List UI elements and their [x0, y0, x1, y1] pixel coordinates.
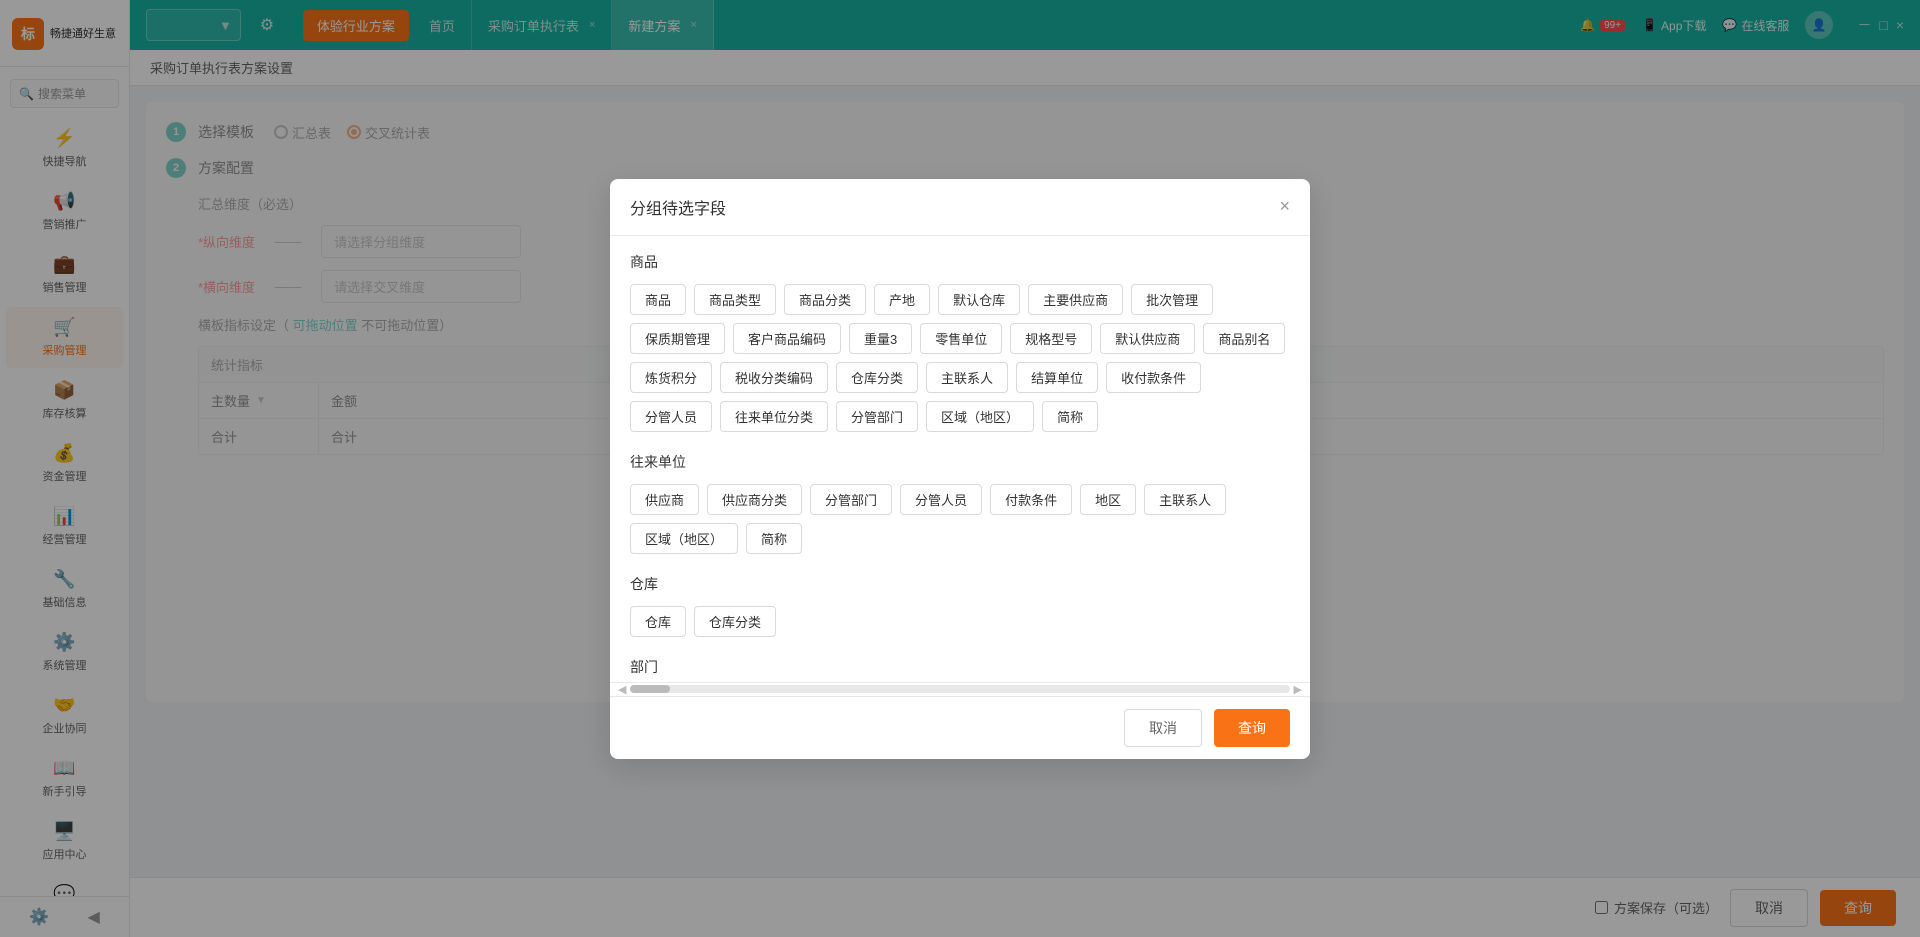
- field-chip[interactable]: 商品类型: [694, 284, 776, 315]
- field-chip[interactable]: 保质期管理: [630, 323, 725, 354]
- field-chip[interactable]: 仓库分类: [694, 606, 776, 637]
- field-group-warehouse: 仓库 仓库仓库分类: [630, 574, 1290, 637]
- field-chip[interactable]: 供应商分类: [707, 484, 802, 515]
- modal-title: 分组待选字段: [630, 195, 726, 219]
- hscroll-right-arrow[interactable]: ▶: [1294, 683, 1302, 696]
- field-chip[interactable]: 炼货积分: [630, 362, 712, 393]
- field-chip[interactable]: 零售单位: [920, 323, 1002, 354]
- field-chip[interactable]: 商品别名: [1203, 323, 1285, 354]
- product-chips: 商品商品类型商品分类产地默认仓库主要供应商批次管理保质期管理客户商品编码重量3 零…: [630, 284, 1290, 432]
- field-chip[interactable]: 规格型号: [1010, 323, 1092, 354]
- field-chip[interactable]: 税收分类编码: [720, 362, 828, 393]
- field-chip[interactable]: 收付款条件: [1106, 362, 1201, 393]
- field-group-products: 商品 商品商品类型商品分类产地默认仓库主要供应商批次管理保质期管理客户商品编码重…: [630, 252, 1290, 432]
- field-chip[interactable]: 客户商品编码: [733, 323, 841, 354]
- modal-overlay: 分组待选字段 × 商品 商品商品类型商品分类产地默认仓库主要供应商批次管理保质期…: [0, 0, 1920, 937]
- field-chip[interactable]: 仓库分类: [836, 362, 918, 393]
- partner-chips: 供应商供应商分类分管部门分管人员付款条件地区主联系人区域（地区） 简称: [630, 484, 1290, 554]
- modal-confirm-button[interactable]: 查询: [1214, 709, 1290, 747]
- field-chip[interactable]: 仓库: [630, 606, 686, 637]
- field-group-dept: 部门 部门: [630, 657, 1290, 682]
- field-group-partners-title: 往来单位: [630, 452, 1290, 472]
- hscroll-bar: [630, 685, 1289, 693]
- field-selection-modal: 分组待选字段 × 商品 商品商品类型商品分类产地默认仓库主要供应商批次管理保质期…: [610, 179, 1310, 759]
- modal-body: 商品 商品商品类型商品分类产地默认仓库主要供应商批次管理保质期管理客户商品编码重…: [610, 236, 1310, 682]
- field-chip[interactable]: 结算单位: [1016, 362, 1098, 393]
- field-chip[interactable]: 分管部门: [810, 484, 892, 515]
- field-chip[interactable]: 主要供应商: [1028, 284, 1123, 315]
- field-group-products-title: 商品: [630, 252, 1290, 272]
- field-chip[interactable]: 分管人员: [630, 401, 712, 432]
- field-chip[interactable]: 主联系人: [1144, 484, 1226, 515]
- field-chip[interactable]: 默认供应商: [1100, 323, 1195, 354]
- hscroll-left-arrow[interactable]: ◀: [618, 683, 626, 696]
- field-chip[interactable]: 简称: [746, 523, 802, 554]
- field-chip[interactable]: 商品分类: [784, 284, 866, 315]
- modal-close-icon[interactable]: ×: [1279, 196, 1290, 217]
- field-chip[interactable]: 商品: [630, 284, 686, 315]
- modal-footer: 取消 查询: [610, 696, 1310, 759]
- field-chip[interactable]: 分管人员: [900, 484, 982, 515]
- field-chip[interactable]: 供应商: [630, 484, 699, 515]
- field-chip[interactable]: 重量3: [849, 323, 912, 354]
- field-group-partners: 往来单位 供应商供应商分类分管部门分管人员付款条件地区主联系人区域（地区） 简称: [630, 452, 1290, 554]
- field-chip[interactable]: 默认仓库: [938, 284, 1020, 315]
- field-group-dept-title: 部门: [630, 657, 1290, 677]
- field-chip[interactable]: 付款条件: [990, 484, 1072, 515]
- field-group-warehouse-title: 仓库: [630, 574, 1290, 594]
- modal-header: 分组待选字段 ×: [610, 179, 1310, 236]
- field-chip[interactable]: 批次管理: [1131, 284, 1213, 315]
- field-chip[interactable]: 简称: [1042, 401, 1098, 432]
- modal-cancel-button[interactable]: 取消: [1124, 709, 1202, 747]
- hscroll-thumb: [630, 685, 670, 693]
- field-chip[interactable]: 往来单位分类: [720, 401, 828, 432]
- field-chip[interactable]: 区域（地区）: [926, 401, 1034, 432]
- field-chip[interactable]: 分管部门: [836, 401, 918, 432]
- field-chip[interactable]: 主联系人: [926, 362, 1008, 393]
- field-chip[interactable]: 区域（地区）: [630, 523, 738, 554]
- modal-hscroll: ◀ ▶: [610, 682, 1310, 696]
- warehouse-chips: 仓库仓库分类: [630, 606, 1290, 637]
- field-chip[interactable]: 产地: [874, 284, 930, 315]
- field-chip[interactable]: 地区: [1080, 484, 1136, 515]
